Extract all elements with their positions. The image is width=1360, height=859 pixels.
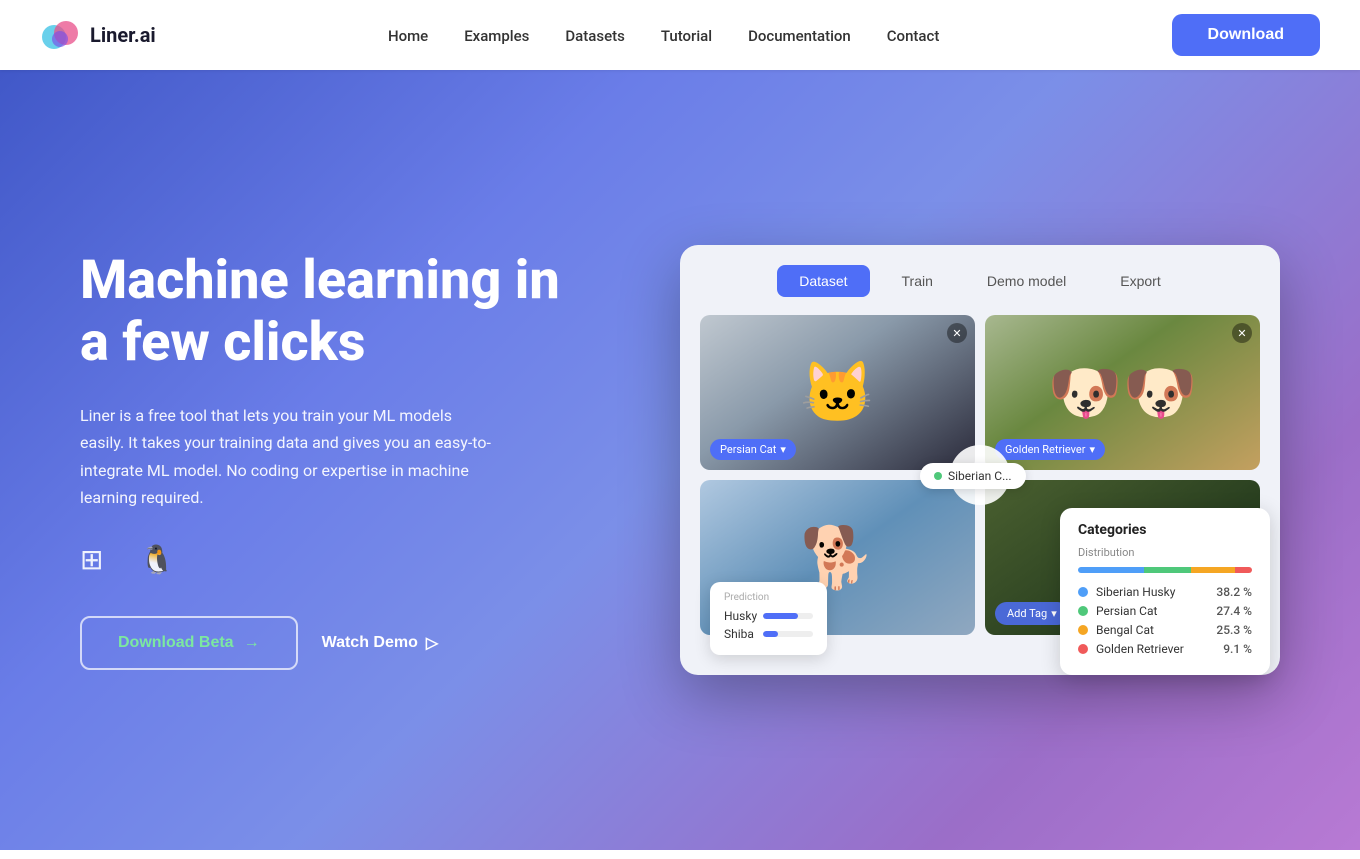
cat-name-husky: Siberian Husky [1096,585,1208,599]
tooltip-text: Siberian C... [948,469,1012,483]
tab-export[interactable]: Export [1098,265,1182,297]
close-cat-icon[interactable]: ✕ [947,323,967,343]
cat-row-husky: Siberian Husky 38.2 % [1078,585,1252,599]
cat-pct-golden: 9.1 % [1223,642,1252,656]
nav-home[interactable]: Home [388,27,428,45]
download-beta-label: Download Beta [118,634,234,652]
categories-card: Categories Distribution Siberian Husky 3… [1060,508,1270,675]
tab-dataset[interactable]: Dataset [777,265,869,297]
categories-title: Categories [1078,522,1252,538]
tab-demo-model[interactable]: Demo model [965,265,1088,297]
dogs-label-text: Golden Retriever [1005,443,1085,456]
dist-seg-golden [1235,567,1252,573]
tooltip-dot-icon [934,472,942,480]
navbar-download-button[interactable]: Download [1172,14,1320,56]
cat-row-persian: Persian Cat 27.4 % [1078,604,1252,618]
close-dogs-icon[interactable]: ✕ [1232,323,1252,343]
download-beta-button[interactable]: Download Beta → [80,616,298,670]
cat-label-chevron-icon: ▾ [780,443,786,456]
cat-pct-persian: 27.4 % [1216,604,1252,618]
cat-dot-golden [1078,644,1088,654]
linux-icon: 🐧 [139,543,174,576]
download-beta-arrow-icon: → [244,634,260,652]
prediction-title: Prediction [724,592,813,603]
dist-seg-husky [1078,567,1144,573]
pred-bar-fill-shiba [763,631,778,637]
cat-pct-husky: 38.2 % [1216,585,1252,599]
hero-right-preview: Dataset Train Demo model Export 🐱 ✕ Pers… [560,245,1280,675]
image-card-dogs: 🐶🐶 ✕ Golden Retriever ▾ [985,315,1260,470]
image-card-cat: 🐱 ✕ Persian Cat ▾ [700,315,975,470]
hero-section: Machine learning in a few clicks Liner i… [0,70,1360,850]
cat-label-tag[interactable]: Persian Cat ▾ [710,439,796,460]
images-wrapper: 🐱 ✕ Persian Cat ▾ 🐶🐶 ✕ Golden Retriever [700,315,1260,635]
tab-train[interactable]: Train [880,265,955,297]
cat-pct-bengal: 25.3 % [1216,623,1252,637]
pred-bar-bg-husky [763,613,813,619]
hero-left-content: Machine learning in a few clicks Liner i… [80,250,560,670]
watch-demo-button[interactable]: Watch Demo ▷ [322,633,439,653]
add-tag-puppy-button[interactable]: Add Tag ▾ [995,602,1069,625]
brand: Liner.ai [40,15,156,55]
tooltip-bubble: Siberian C... [920,463,1026,489]
app-preview-window: Dataset Train Demo model Export 🐱 ✕ Pers… [680,245,1280,675]
watch-demo-play-icon: ▷ [426,633,438,653]
nav-contact[interactable]: Contact [887,27,940,45]
add-tag-puppy-chevron-icon: ▾ [1051,607,1057,620]
pred-bar-fill-husky [763,613,798,619]
dist-seg-persian [1144,567,1191,573]
prediction-card: Prediction Husky Shiba [710,582,827,655]
platform-icons: ⊞ 🐧 [80,543,560,576]
cat-name-bengal: Bengal Cat [1096,623,1208,637]
brand-logo-icon [40,15,80,55]
dogs-label-chevron-icon: ▾ [1089,443,1095,456]
dist-seg-bengal [1191,567,1235,573]
nav-datasets[interactable]: Datasets [565,27,624,45]
nav-documentation[interactable]: Documentation [748,27,851,45]
cat-name-persian: Persian Cat [1096,604,1208,618]
hero-actions: Download Beta → Watch Demo ▷ [80,616,560,670]
nav-links: Home Examples Datasets Tutorial Document… [388,26,939,45]
pred-label-husky: Husky [724,609,757,623]
pred-bar-bg-shiba [763,631,813,637]
cat-dot-bengal [1078,625,1088,635]
watch-demo-label: Watch Demo [322,634,418,652]
brand-name: Liner.ai [90,23,156,47]
cat-row-golden: Golden Retriever 9.1 % [1078,642,1252,656]
cat-dot-husky [1078,587,1088,597]
pred-row-shiba: Shiba [724,627,813,641]
hero-description: Liner is a free tool that lets you train… [80,402,500,511]
distribution-bar [1078,567,1252,573]
cat-row-bengal: Bengal Cat 25.3 % [1078,623,1252,637]
cat-name-golden: Golden Retriever [1096,642,1215,656]
pred-label-shiba: Shiba [724,627,757,641]
hero-title: Machine learning in a few clicks [80,250,560,374]
cat-label-text: Persian Cat [720,443,776,456]
cat-dot-persian [1078,606,1088,616]
nav-examples[interactable]: Examples [464,27,529,45]
app-tabs: Dataset Train Demo model Export [700,265,1260,297]
categories-subtitle: Distribution [1078,546,1252,559]
windows-icon: ⊞ [80,543,103,576]
nav-tutorial[interactable]: Tutorial [661,27,712,45]
dogs-label-tag[interactable]: Golden Retriever ▾ [995,439,1105,460]
navbar: Liner.ai Home Examples Datasets Tutorial… [0,0,1360,70]
add-tag-puppy-label: Add Tag [1007,607,1047,620]
pred-row-husky: Husky [724,609,813,623]
